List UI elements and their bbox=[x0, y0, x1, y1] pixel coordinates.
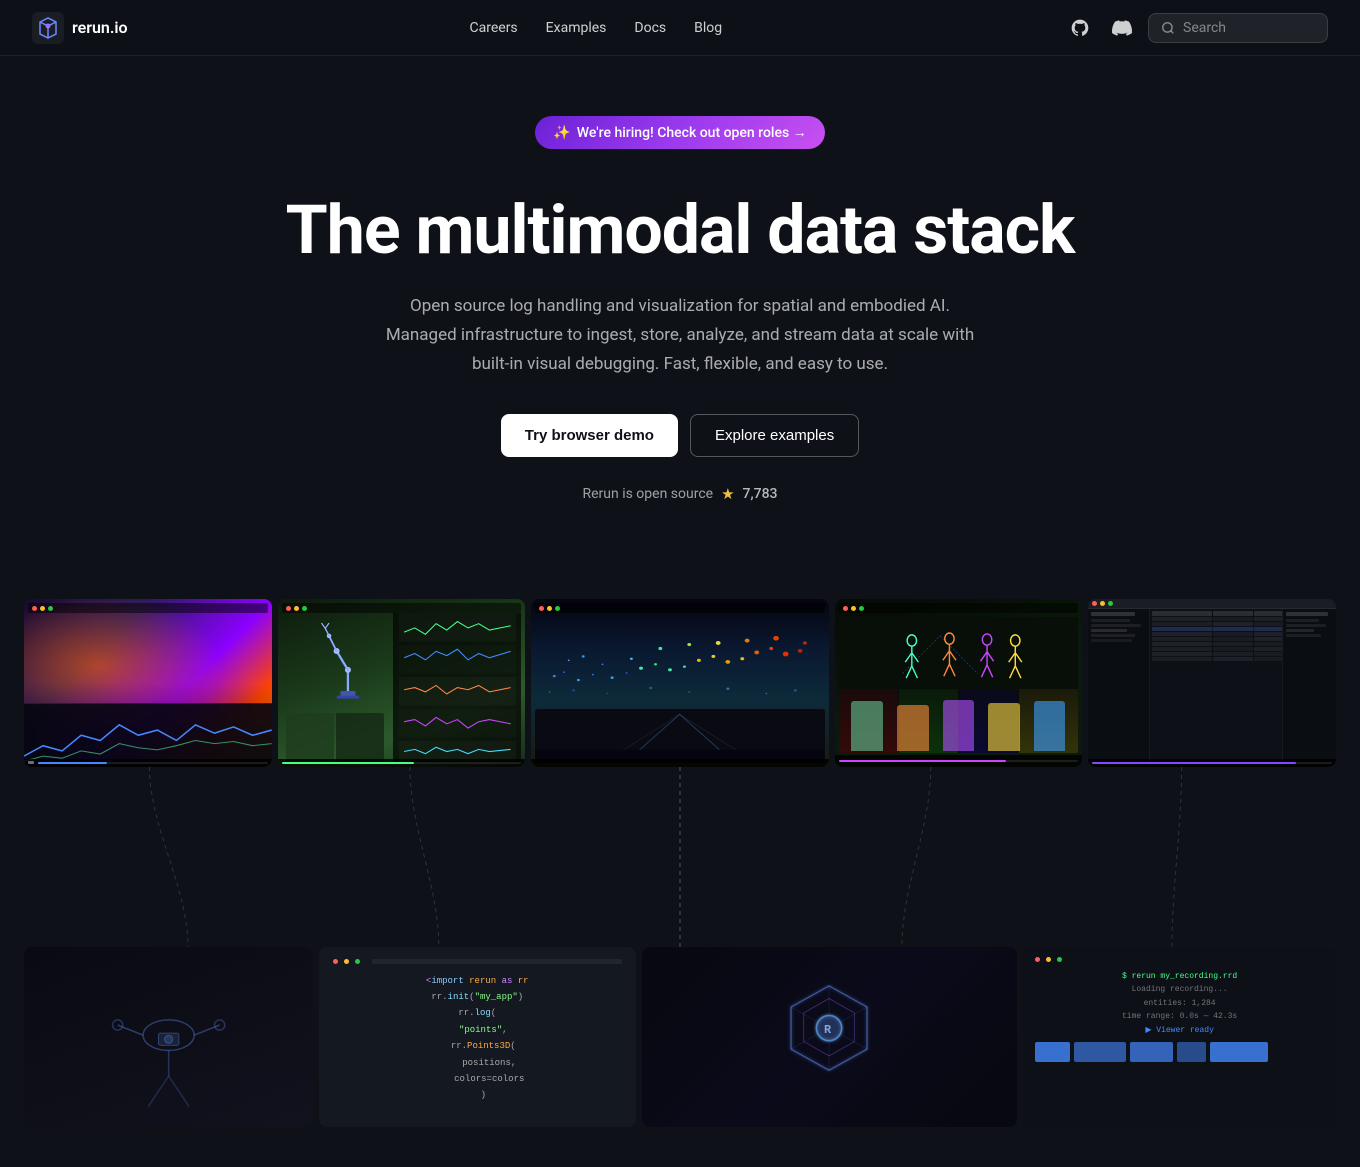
hiring-text: We're hiring! Check out open roles → bbox=[577, 124, 807, 141]
hero-title: The multimodal data stack bbox=[286, 193, 1075, 268]
try-browser-demo-button[interactable]: Try browser demo bbox=[501, 414, 678, 457]
hiring-emoji: ✨ bbox=[553, 125, 570, 141]
star-count: 7,783 bbox=[743, 486, 778, 502]
nav-examples[interactable]: Examples bbox=[546, 20, 607, 36]
screenshot-data-table[interactable] bbox=[1088, 599, 1336, 766]
github-button[interactable] bbox=[1064, 12, 1096, 44]
screenshot-thermal[interactable] bbox=[24, 599, 272, 766]
nav-careers[interactable]: Careers bbox=[470, 20, 518, 36]
screenshots-strip bbox=[24, 599, 1336, 766]
hero-ctas: Try browser demo Explore examples bbox=[501, 414, 859, 457]
explore-examples-button[interactable]: Explore examples bbox=[690, 414, 859, 457]
hero-section: ✨ We're hiring! Check out open roles → T… bbox=[0, 56, 1360, 1167]
bottom-card-robot bbox=[24, 947, 313, 1127]
hiring-banner[interactable]: ✨ We're hiring! Check out open roles → bbox=[535, 116, 824, 149]
nav-docs[interactable]: Docs bbox=[634, 20, 666, 36]
bottom-card-code: <import rerun as rr rr.init("my_app") rr… bbox=[319, 947, 636, 1127]
search-placeholder: Search bbox=[1183, 20, 1226, 36]
search-bar[interactable]: Search bbox=[1148, 13, 1328, 43]
github-icon bbox=[1070, 18, 1090, 38]
open-source-label: Rerun is open source bbox=[582, 486, 713, 502]
nav-blog[interactable]: Blog bbox=[694, 20, 722, 36]
rerun-logo-icon bbox=[32, 12, 64, 44]
bottom-card-center: R bbox=[642, 947, 1017, 1127]
nav-links: Careers Examples Docs Blog bbox=[470, 20, 723, 36]
screenshot-lidar[interactable] bbox=[531, 599, 828, 766]
discord-button[interactable] bbox=[1106, 12, 1138, 44]
search-icon bbox=[1161, 21, 1175, 35]
screenshot-robot[interactable] bbox=[278, 599, 526, 766]
screenshot-3d-tracking[interactable] bbox=[835, 599, 1083, 766]
bottom-cards: <import rerun as rr rr.init("my_app") rr… bbox=[24, 947, 1336, 1127]
open-source-badge: Rerun is open source ★ 7,783 bbox=[582, 485, 777, 503]
logo-link[interactable]: rerun.io bbox=[32, 12, 128, 44]
svg-text:R: R bbox=[824, 1023, 832, 1037]
logo-text: rerun.io bbox=[72, 18, 128, 37]
discord-icon bbox=[1112, 18, 1132, 38]
hero-subtitle: Open source log handling and visualizati… bbox=[386, 292, 974, 379]
bottom-card-terminal: $ rerun my_recording.rrd Loading recordi… bbox=[1023, 947, 1336, 1127]
star-icon: ★ bbox=[721, 485, 734, 503]
navbar: rerun.io Careers Examples Docs Blog Sear… bbox=[0, 0, 1360, 56]
